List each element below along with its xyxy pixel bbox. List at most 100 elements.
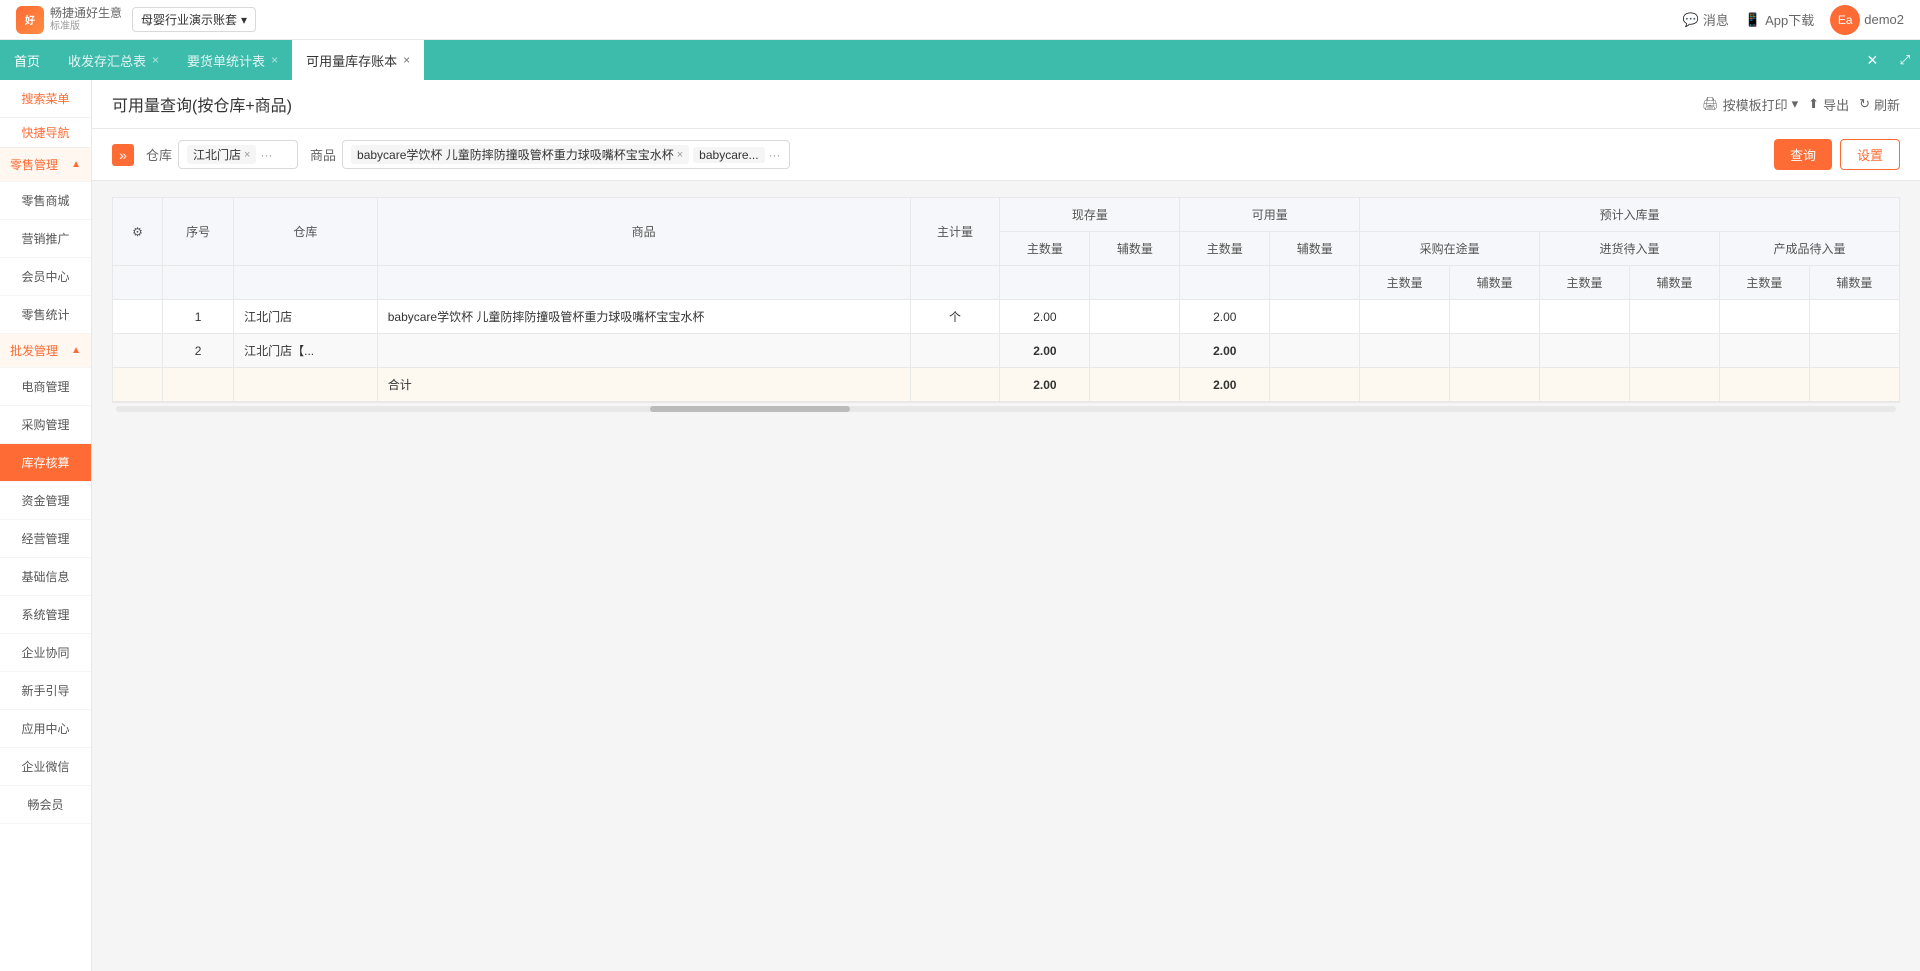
- th-product: 商品: [377, 198, 910, 266]
- export-icon: ⬆: [1808, 96, 1819, 112]
- th-purchase-transit-aux: 辅数量: [1450, 266, 1540, 300]
- footer-current-aux: [1090, 368, 1180, 402]
- refresh-icon: ↻: [1859, 96, 1870, 112]
- message-button[interactable]: 💬 消息: [1683, 10, 1729, 29]
- filter-actions: 查询 设置: [1774, 139, 1900, 170]
- th-production-pending: 产成品待入量: [1719, 232, 1899, 266]
- cell-current-main-1: 2.00: [1000, 300, 1090, 334]
- filter-bar: » 仓库 江北门店 × ··· 商品 babycare学饮杯 儿童防摔防撞吸管杯…: [92, 129, 1920, 181]
- brand-name: 畅捷通好生意 标准版: [50, 6, 122, 32]
- th-available-main: 主数量: [1180, 232, 1270, 266]
- tab-available-inventory[interactable]: 可用量库存账本 ×: [292, 40, 424, 80]
- th-current-main: 主数量: [1000, 232, 1090, 266]
- th-available-aux: 辅数量: [1270, 232, 1360, 266]
- th-gear[interactable]: ⚙: [113, 198, 163, 266]
- query-button[interactable]: 查询: [1774, 139, 1832, 170]
- th-production-pending-main: 主数量: [1719, 266, 1809, 300]
- chevron-up-icon: ▲: [71, 159, 81, 170]
- product-input[interactable]: babycare学饮杯 儿童防摔防撞吸管杯重力球吸嘴杯宝宝水杯 × babyca…: [342, 140, 790, 169]
- cell-prod-aux-1: [1809, 300, 1899, 334]
- page-header: 可用量查询(按仓库+商品) 🖨 按模板打印 ▾ ⬆ 导出 ↻ 刷新: [92, 80, 1920, 129]
- data-table: ⚙ 序号 仓库 商品 主计量 现存量 可用量 预计入库量 主数量 辅数量 主数量…: [112, 197, 1900, 402]
- sidebar-item-collab[interactable]: 企业协同: [0, 634, 91, 672]
- cell-pp-aux-2: [1630, 334, 1720, 368]
- sidebar-item-app-center[interactable]: 应用中心: [0, 710, 91, 748]
- sidebar-item-guide[interactable]: 新手引导: [0, 672, 91, 710]
- sidebar-search[interactable]: 搜索菜单: [0, 80, 91, 118]
- cell-pt-aux-1: [1450, 300, 1540, 334]
- top-bar-left: 好 畅捷通好生意 标准版 母婴行业演示账套 ▾: [16, 6, 256, 34]
- horizontal-scrollbar[interactable]: [112, 402, 1900, 414]
- filter-toggle-button[interactable]: »: [112, 144, 134, 166]
- sidebar-item-ecommerce[interactable]: 电商管理: [0, 368, 91, 406]
- product-tag: babycare学饮杯 儿童防摔防撞吸管杯重力球吸嘴杯宝宝水杯 ×: [351, 145, 689, 164]
- close-tab-available-inventory[interactable]: ×: [403, 53, 410, 67]
- expand-tabs[interactable]: ⤢: [1890, 52, 1920, 68]
- print-button[interactable]: 🖨 按模板打印 ▾: [1702, 95, 1798, 114]
- th-current-aux: 辅数量: [1090, 232, 1180, 266]
- sidebar-item-members[interactable]: 会员中心: [0, 258, 91, 296]
- th-purchase-pending-aux: 辅数量: [1630, 266, 1720, 300]
- th-available: 可用量: [1180, 198, 1360, 232]
- th-predicted-inbound: 预计入库量: [1360, 198, 1900, 232]
- chevron-down-icon: ▾: [241, 13, 247, 27]
- remove-product-tag[interactable]: ×: [677, 149, 683, 161]
- cell-available-aux-1: [1270, 300, 1360, 334]
- sidebar-item-inventory[interactable]: 库存核算: [0, 444, 91, 482]
- tab-order-stats[interactable]: 要货单统计表 ×: [173, 40, 292, 80]
- cell-pp-main-1: [1540, 300, 1630, 334]
- footer-available-aux: [1270, 368, 1360, 402]
- sidebar-item-finance[interactable]: 资金管理: [0, 482, 91, 520]
- cell-warehouse-2: 江北门店【...: [234, 334, 378, 368]
- warehouse-input[interactable]: 江北门店 × ···: [178, 140, 298, 169]
- sidebar-item-basic-info[interactable]: 基础信息: [0, 558, 91, 596]
- tab-receivables-summary[interactable]: 收发存汇总表 ×: [54, 40, 173, 80]
- cell-no-1: 1: [163, 300, 234, 334]
- close-tab-receivables[interactable]: ×: [152, 53, 159, 67]
- cell-current-main-2: 2.00: [1000, 334, 1090, 368]
- cell-pp-aux-1: [1630, 300, 1720, 334]
- app-download-button[interactable]: 📱 App下载: [1745, 10, 1814, 29]
- close-all-tabs[interactable]: ×: [1855, 50, 1890, 71]
- sidebar-item-marketing[interactable]: 营销推广: [0, 220, 91, 258]
- th-unit: 主计量: [910, 198, 1000, 266]
- remove-warehouse-tag[interactable]: ×: [244, 149, 250, 161]
- cell-product-2: [377, 334, 910, 368]
- industry-selector[interactable]: 母婴行业演示账套 ▾: [132, 7, 256, 32]
- sidebar-item-retail-stats[interactable]: 零售统计: [0, 296, 91, 334]
- sidebar-item-purchasing[interactable]: 采购管理: [0, 406, 91, 444]
- sidebar-item-retail-mall[interactable]: 零售商城: [0, 182, 91, 220]
- settings-button[interactable]: 设置: [1840, 139, 1900, 170]
- sidebar-item-system[interactable]: 系统管理: [0, 596, 91, 634]
- sidebar-item-wechat[interactable]: 企业微信: [0, 748, 91, 786]
- sidebar-item-member-plus[interactable]: 畅会员: [0, 786, 91, 824]
- tab-home[interactable]: 首页: [0, 40, 54, 80]
- warehouse-tag: 江北门店 ×: [187, 145, 256, 164]
- sidebar-section-wholesale[interactable]: 批发管理 ▲: [0, 334, 91, 368]
- sidebar-section-retail[interactable]: 零售管理 ▲: [0, 148, 91, 182]
- avatar: Ea: [1830, 5, 1860, 35]
- product-label: 商品: [310, 145, 336, 164]
- user-avatar[interactable]: Ea demo2: [1830, 5, 1904, 35]
- cell-product-1: babycare学饮杯 儿童防摔防撞吸管杯重力球吸嘴杯宝宝水杯: [377, 300, 910, 334]
- top-bar-right: 💬 消息 📱 App下载 Ea demo2: [1683, 5, 1904, 35]
- close-tab-order-stats[interactable]: ×: [271, 53, 278, 67]
- sidebar: 搜索菜单 快捷导航 零售管理 ▲ 零售商城 营销推广 会员中心 零售统计 批发管…: [0, 80, 92, 971]
- th-current-stock: 现存量: [1000, 198, 1180, 232]
- warehouse-filter: 仓库 江北门店 × ···: [146, 140, 298, 169]
- refresh-button[interactable]: ↻ 刷新: [1859, 95, 1900, 114]
- table-row: 1 江北门店 babycare学饮杯 儿童防摔防撞吸管杯重力球吸嘴杯宝宝水杯 个…: [113, 300, 1900, 334]
- cell-warehouse-1: 江北门店: [234, 300, 378, 334]
- scroll-thumb[interactable]: [650, 406, 850, 412]
- sidebar-item-operations[interactable]: 经营管理: [0, 520, 91, 558]
- warehouse-more[interactable]: ···: [260, 148, 272, 162]
- cell-pt-main-1: [1360, 300, 1450, 334]
- cell-available-main-1: 2.00: [1180, 300, 1270, 334]
- message-icon: 💬: [1683, 12, 1699, 28]
- cell-prod-main-1: [1719, 300, 1809, 334]
- sidebar-quick-nav[interactable]: 快捷导航: [0, 118, 91, 148]
- product-more[interactable]: ···: [769, 148, 781, 162]
- export-button[interactable]: ⬆ 导出: [1808, 95, 1849, 114]
- th-purchase-pending-main: 主数量: [1540, 266, 1630, 300]
- footer-label: 合计: [377, 368, 910, 402]
